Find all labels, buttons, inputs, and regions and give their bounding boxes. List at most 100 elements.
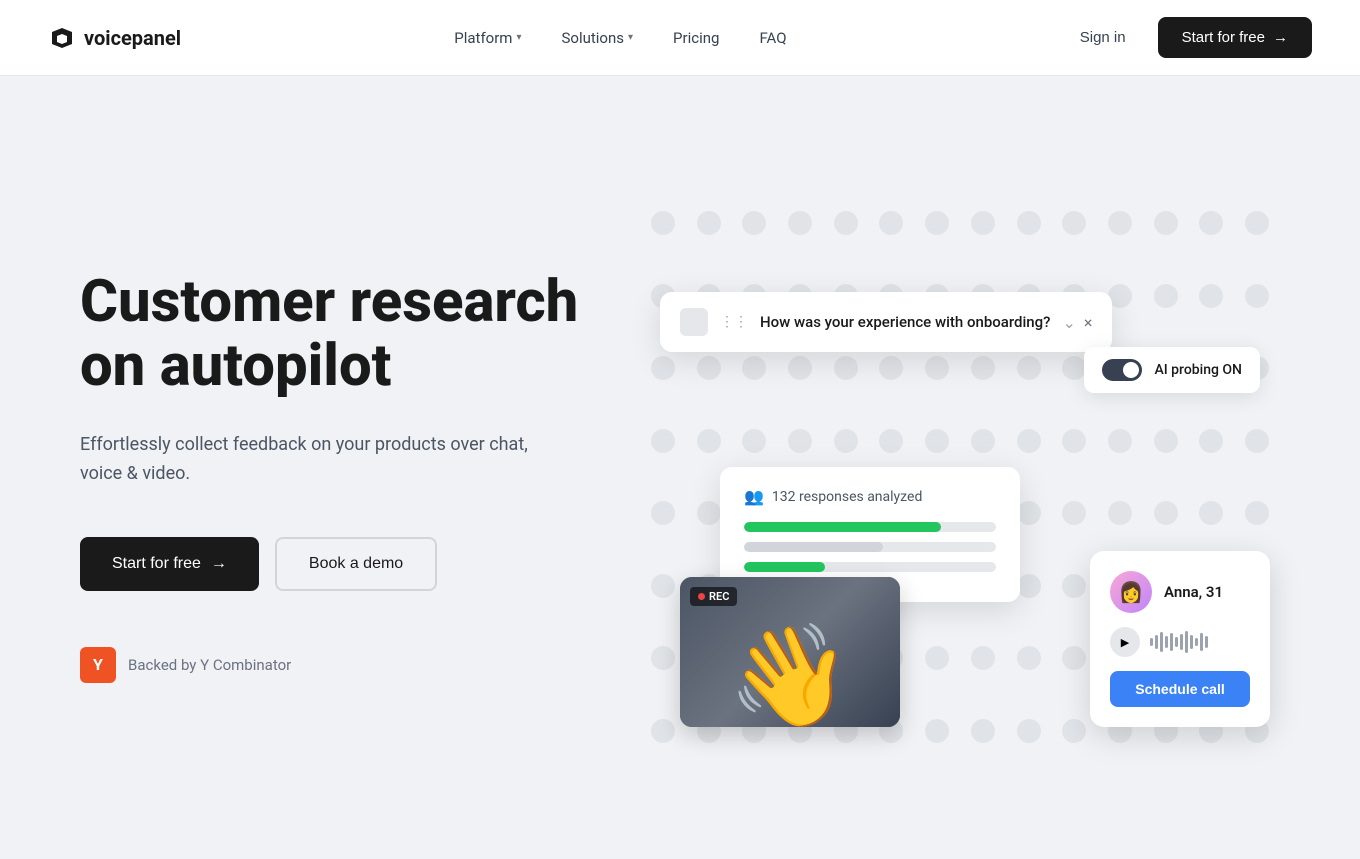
decorative-dot	[1017, 356, 1041, 380]
bar-fill-3	[744, 562, 825, 572]
yc-logo-icon: Y	[80, 647, 116, 683]
nav-faq[interactable]: FAQ	[743, 21, 802, 55]
decorative-dot	[1062, 646, 1086, 670]
decorative-dot	[742, 356, 766, 380]
start-for-free-button[interactable]: Start for free →	[80, 537, 259, 591]
decorative-dot	[1154, 501, 1178, 525]
decorative-dot	[1062, 501, 1086, 525]
decorative-dot	[697, 429, 721, 453]
decorative-dot	[925, 646, 949, 670]
decorative-dot	[834, 356, 858, 380]
ai-probing-card: AI probing ON	[1084, 347, 1260, 393]
analytics-header: 👥 132 responses analyzed	[744, 487, 996, 506]
decorative-dot	[651, 719, 675, 743]
decorative-dot	[1017, 429, 1041, 453]
wave-bar	[1180, 634, 1183, 650]
decorative-dot	[651, 501, 675, 525]
yc-badge: Y Backed by Y Combinator	[80, 647, 600, 683]
decorative-dot	[925, 719, 949, 743]
decorative-dot	[971, 356, 995, 380]
decorative-dot	[1154, 211, 1178, 235]
schedule-call-button[interactable]: Schedule call	[1110, 671, 1250, 707]
decorative-dot	[1245, 501, 1269, 525]
decorative-dot	[742, 429, 766, 453]
decorative-dot	[925, 211, 949, 235]
bar-track-1	[744, 522, 996, 532]
nav-links: Platform ▾ Solutions ▾ Pricing FAQ	[438, 21, 802, 55]
video-person: 👋	[728, 627, 853, 727]
decorative-dot	[788, 211, 812, 235]
nav-platform[interactable]: Platform ▾	[438, 21, 537, 55]
decorative-dot	[1062, 211, 1086, 235]
video-placeholder: REC 👋	[680, 577, 900, 727]
logo-link[interactable]: voicepanel	[48, 24, 181, 52]
hero-section: Customer research on autopilot Effortles…	[0, 76, 1360, 858]
hero-mockup: // Generate dots via inline script durin…	[640, 187, 1280, 767]
decorative-dot	[1108, 501, 1132, 525]
decorative-dot	[1245, 429, 1269, 453]
decorative-dot	[1017, 211, 1041, 235]
decorative-dot	[1199, 501, 1223, 525]
decorative-dot	[1062, 356, 1086, 380]
response-count: 132 responses analyzed	[772, 489, 922, 505]
wave-bar	[1200, 633, 1203, 651]
close-icon[interactable]: ×	[1084, 313, 1093, 332]
decorative-dot	[879, 356, 903, 380]
question-text: How was your experience with onboarding?	[760, 313, 1050, 331]
rec-badge: REC	[690, 587, 737, 606]
decorative-dot	[651, 646, 675, 670]
decorative-dot	[651, 574, 675, 598]
bar-track-3	[744, 562, 996, 572]
decorative-dot	[1017, 646, 1041, 670]
wave-bar	[1205, 636, 1208, 648]
collapse-icon[interactable]: ⌄	[1062, 313, 1075, 332]
wave-bar	[1170, 633, 1173, 651]
decorative-dot	[971, 429, 995, 453]
arrow-icon: →	[1273, 29, 1288, 46]
bar-track-2	[744, 542, 996, 552]
decorative-dot	[788, 429, 812, 453]
profile-top: 👩 Anna, 31	[1110, 571, 1250, 613]
play-button[interactable]: ▶	[1110, 627, 1140, 657]
decorative-dot	[834, 211, 858, 235]
bar-row-1	[744, 522, 996, 532]
decorative-dot	[1017, 574, 1041, 598]
decorative-dot	[1017, 501, 1041, 525]
bar-row-2	[744, 542, 996, 552]
hero-title: Customer research on autopilot	[80, 271, 600, 399]
decorative-dot	[971, 646, 995, 670]
decorative-dot	[1154, 429, 1178, 453]
start-for-free-nav-button[interactable]: Start for free →	[1158, 17, 1312, 58]
nav-actions: Sign in Start for free →	[1060, 17, 1312, 58]
bar-fill-2	[744, 542, 883, 552]
decorative-dot	[1199, 429, 1223, 453]
navbar: voicepanel Platform ▾ Solutions ▾ Pricin…	[0, 0, 1360, 76]
wave-bar	[1185, 631, 1188, 653]
decorative-dot	[1062, 429, 1086, 453]
signin-button[interactable]: Sign in	[1060, 19, 1146, 56]
decorative-dot	[925, 356, 949, 380]
nav-pricing[interactable]: Pricing	[657, 21, 735, 55]
decorative-dot	[1062, 574, 1086, 598]
decorative-dot	[697, 211, 721, 235]
question-card-icon	[680, 308, 708, 336]
video-card: REC 👋	[680, 577, 900, 727]
wave-bar	[1195, 638, 1198, 646]
hero-subtitle: Effortlessly collect feedback on your pr…	[80, 431, 540, 489]
question-card-actions: ⌄ ×	[1062, 313, 1092, 332]
ai-label: AI probing ON	[1154, 362, 1242, 378]
decorative-dot	[697, 501, 721, 525]
decorative-dot	[697, 356, 721, 380]
decorative-dot	[1245, 284, 1269, 308]
decorative-dot	[879, 211, 903, 235]
decorative-dot	[1199, 284, 1223, 308]
wave-bar	[1160, 632, 1163, 652]
decorative-dot	[879, 429, 903, 453]
drag-icon: ⋮⋮	[720, 314, 748, 330]
nav-solutions[interactable]: Solutions ▾	[545, 21, 649, 55]
decorative-dot	[1108, 429, 1132, 453]
ai-toggle[interactable]	[1102, 359, 1142, 381]
yc-label: Backed by Y Combinator	[128, 656, 291, 674]
book-demo-button[interactable]: Book a demo	[275, 537, 437, 591]
decorative-dot	[925, 429, 949, 453]
